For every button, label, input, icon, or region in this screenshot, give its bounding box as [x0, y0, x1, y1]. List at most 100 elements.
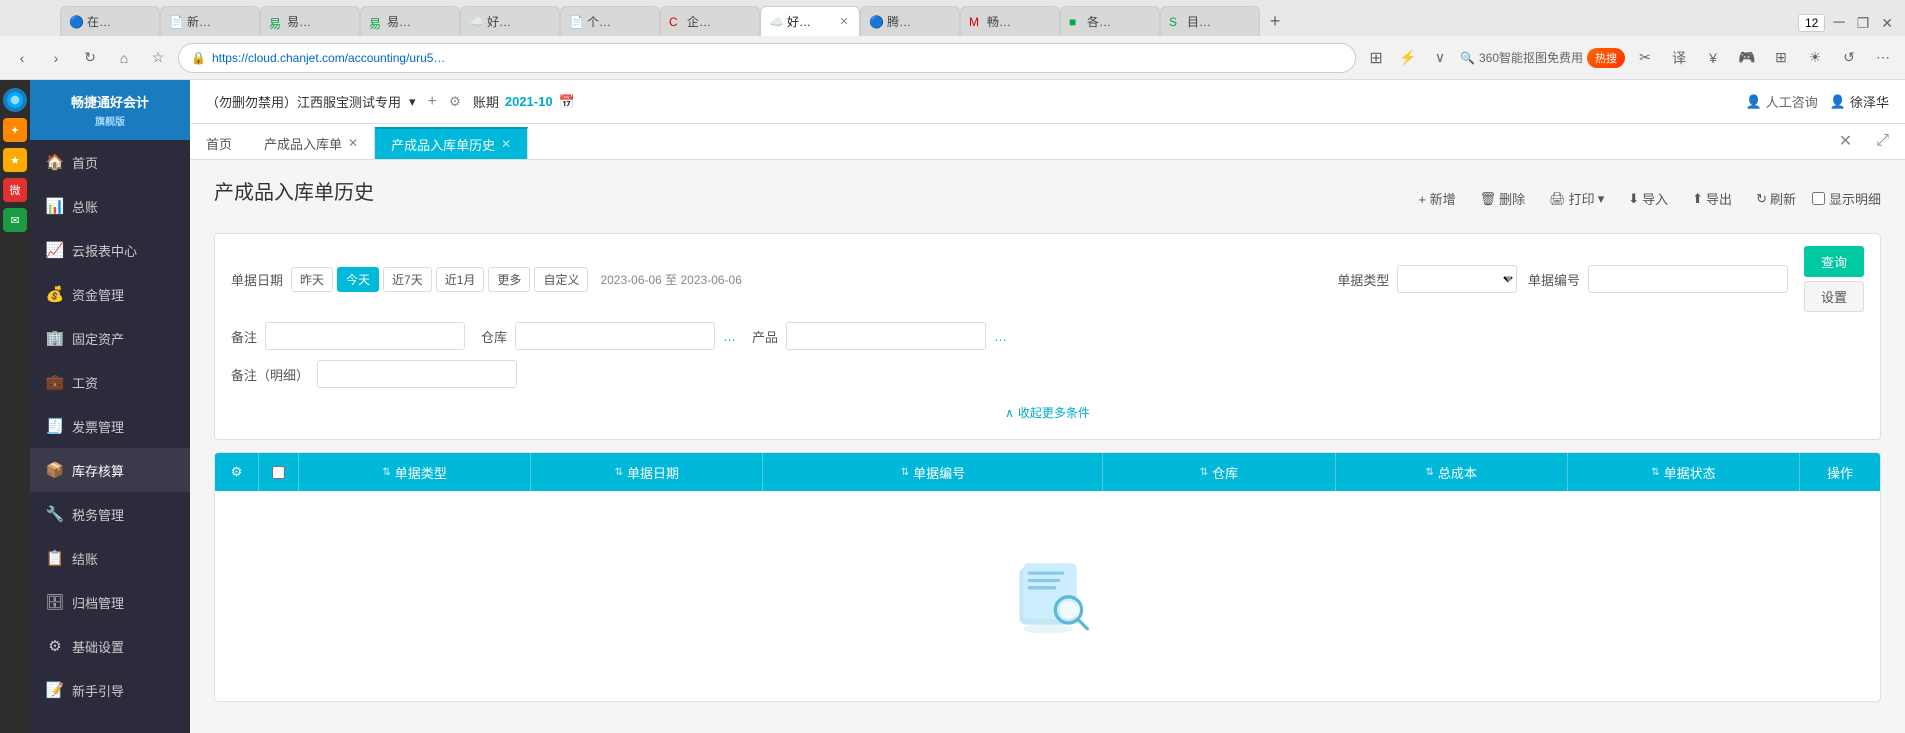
menu-button[interactable]: ⋯: [1869, 44, 1897, 72]
translate-button[interactable]: 译: [1665, 44, 1693, 72]
th-type[interactable]: ⇅ 单据类型: [299, 453, 531, 491]
tab-zaitu[interactable]: 🔵 在…: [60, 6, 160, 36]
collapse-button[interactable]: ∧ 收起更多条件: [1005, 404, 1090, 421]
remark-input[interactable]: [265, 322, 465, 350]
wallet-button[interactable]: ¥: [1699, 44, 1727, 72]
home-button[interactable]: ⌂: [110, 44, 138, 72]
tab-teng[interactable]: 🔵 腾…: [860, 6, 960, 36]
page-tab-history[interactable]: 产成品入库单历史 ✕: [375, 127, 528, 159]
dropdown-button[interactable]: ∨: [1426, 44, 1454, 72]
tab-yi1[interactable]: 易 易…: [260, 6, 360, 36]
th-cost[interactable]: ⇅ 总成本: [1336, 453, 1568, 491]
new-tab-button[interactable]: +: [1260, 6, 1290, 36]
search-hint[interactable]: 🔍 360智能抠图免费用 热搜: [1460, 48, 1625, 68]
hot-search-badge[interactable]: 热搜: [1587, 48, 1625, 68]
page-tab-home[interactable]: 首页: [190, 127, 248, 159]
forward-button[interactable]: ›: [42, 44, 70, 72]
date-btn-today[interactable]: 今天: [337, 267, 379, 292]
print-button[interactable]: 🖨 打印 ▾: [1541, 185, 1612, 212]
lightning-button[interactable]: ⚡: [1394, 44, 1422, 72]
product-ellipsis[interactable]: …: [994, 329, 1007, 344]
close-browser-button[interactable]: ✕: [1877, 11, 1897, 36]
grid-button[interactable]: ⊞: [1767, 44, 1795, 72]
back-button[interactable]: ‹: [8, 44, 36, 72]
warehouse-input[interactable]: [515, 322, 715, 350]
date-btn-1month[interactable]: 近1月: [436, 267, 485, 292]
display-toggle-label[interactable]: 显示明细: [1812, 189, 1881, 208]
favorite-button[interactable]: ☆: [144, 44, 172, 72]
select-all-checkbox[interactable]: [272, 466, 285, 479]
page-tab-history-close[interactable]: ✕: [501, 137, 511, 151]
sidebar-item-guide[interactable]: 📝 新手引导: [30, 668, 190, 712]
query-button[interactable]: 查询: [1804, 246, 1864, 277]
sidebar-item-archive[interactable]: 🗄 归档管理: [30, 580, 190, 624]
voucher-type-select[interactable]: [1397, 265, 1517, 293]
refresh-button[interactable]: ↻: [76, 44, 104, 72]
th-no[interactable]: ⇅ 单据编号: [763, 453, 1103, 491]
th-checkbox[interactable]: [259, 453, 299, 491]
tab-mu[interactable]: S 目…: [1160, 6, 1260, 36]
date-btn-custom[interactable]: 自定义: [534, 267, 588, 292]
th-warehouse[interactable]: ⇅ 仓库: [1103, 453, 1335, 491]
warehouse-ellipsis[interactable]: …: [723, 329, 736, 344]
import-button[interactable]: ⬇ 导入: [1620, 185, 1676, 212]
tab-xin[interactable]: 📄 新…: [160, 6, 260, 36]
sidebar-item-ledger[interactable]: 📊 总账: [30, 184, 190, 228]
app-icon-email[interactable]: ✉: [3, 208, 27, 232]
account-selector[interactable]: （勿删勿禁用）江西服宝测试专用 ▾: [206, 92, 416, 111]
extensions-button[interactable]: ⊞: [1362, 44, 1390, 72]
voucher-no-input[interactable]: [1588, 265, 1788, 293]
th-date[interactable]: ⇅ 单据日期: [531, 453, 763, 491]
restore-button[interactable]: ❐: [1853, 11, 1874, 36]
sidebar-item-inventory[interactable]: 📦 库存核算: [30, 448, 190, 492]
app-icon-weibo[interactable]: 微: [3, 178, 27, 202]
address-input[interactable]: 🔒 https://cloud.chanjet.com/accounting/u…: [178, 43, 1356, 73]
th-status[interactable]: ⇅ 单据状态: [1568, 453, 1800, 491]
scissors-button[interactable]: ✂: [1631, 44, 1659, 72]
tab-yi2[interactable]: 易 易…: [360, 6, 460, 36]
sidebar-item-fund[interactable]: 💰 资金管理: [30, 272, 190, 316]
panel-expand-button[interactable]: ⤢: [1868, 124, 1897, 158]
theme-button[interactable]: ☀: [1801, 44, 1829, 72]
product-input[interactable]: [786, 322, 986, 350]
sidebar-item-tax[interactable]: 🔧 税务管理: [30, 492, 190, 536]
sidebar-item-fixed[interactable]: 🏢 固定资产: [30, 316, 190, 360]
sidebar-item-salary[interactable]: 💼 工资: [30, 360, 190, 404]
add-button[interactable]: + 新增: [1410, 185, 1463, 212]
app-icon-changjie[interactable]: [3, 88, 27, 112]
app-icon-yellow[interactable]: ✦: [3, 118, 27, 142]
tab-ge2[interactable]: ■ 各…: [1060, 6, 1160, 36]
tab-chang[interactable]: M 畅…: [960, 6, 1060, 36]
remark-detail-input[interactable]: [317, 360, 517, 388]
page-tab-inventory-close[interactable]: ✕: [348, 136, 358, 150]
sidebar-item-report[interactable]: 📈 云报表中心: [30, 228, 190, 272]
app-icon-star[interactable]: ★: [3, 148, 27, 172]
calendar-icon[interactable]: 📅: [559, 94, 575, 110]
sidebar-item-settlement[interactable]: 📋 结账: [30, 536, 190, 580]
date-btn-7days[interactable]: 近7天: [383, 267, 432, 292]
minimize-button[interactable]: ─: [1829, 10, 1848, 36]
th-settings[interactable]: ⚙: [215, 453, 259, 491]
date-btn-yesterday[interactable]: 昨天: [291, 267, 333, 292]
delete-button[interactable]: 🗑 删除: [1472, 185, 1534, 212]
panel-close-button[interactable]: ✕: [1831, 123, 1860, 159]
settings2-button[interactable]: ↺: [1835, 44, 1863, 72]
export-button[interactable]: ⬆ 导出: [1684, 185, 1740, 212]
page-tab-inventory[interactable]: 产成品入库单 ✕: [248, 127, 375, 159]
add-account-button[interactable]: +: [428, 93, 437, 111]
account-settings-button[interactable]: ⚙: [449, 94, 461, 110]
tab-qi[interactable]: C 企…: [660, 6, 760, 36]
game-button[interactable]: 🎮: [1733, 44, 1761, 72]
help-button[interactable]: 👤 人工咨询: [1746, 92, 1818, 111]
tab-hao2[interactable]: ☁️ 好… ✕: [760, 6, 860, 36]
tab-hao1[interactable]: ☁️ 好…: [460, 6, 560, 36]
user-info[interactable]: 👤 徐泽华: [1830, 92, 1889, 111]
search-settings-button[interactable]: 设置: [1804, 281, 1864, 312]
sidebar-item-home[interactable]: 🏠 首页: [30, 140, 190, 184]
sidebar-item-basic[interactable]: ⚙ 基础设置: [30, 624, 190, 668]
date-btn-more[interactable]: 更多: [488, 267, 530, 292]
sidebar-item-invoice[interactable]: 🧾 发票管理: [30, 404, 190, 448]
tab-close-hao2[interactable]: ✕: [837, 15, 851, 29]
refresh-button[interactable]: ↻ 刷新: [1748, 185, 1804, 212]
tab-ge[interactable]: 📄 个…: [560, 6, 660, 36]
